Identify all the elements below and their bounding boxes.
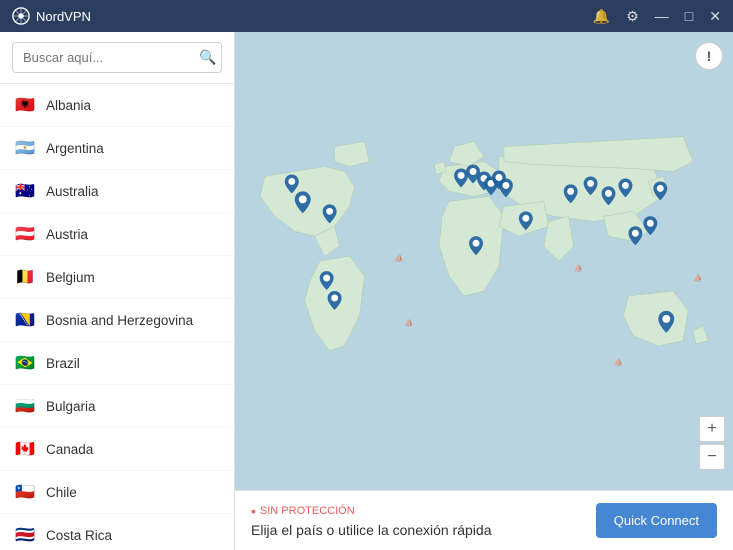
country-name: Bosnia and Herzegovina — [46, 313, 193, 328]
title-bar: NordVPN 🔔 ⚙ — □ ✕ — [0, 0, 733, 32]
search-container: 🔍 — [0, 32, 234, 84]
search-input[interactable] — [23, 50, 199, 65]
svg-text:⛵: ⛵ — [404, 318, 414, 328]
map-area: ⛵ ⛵ ⛵ ⛵ ⛵ — [235, 32, 733, 550]
svg-text:⛵: ⛵ — [394, 253, 404, 263]
country-name: Bulgaria — [46, 399, 96, 414]
country-flag: 🇨🇷 — [14, 524, 36, 546]
info-icon: ! — [707, 48, 712, 64]
country-name: Canada — [46, 442, 93, 457]
search-wrapper: 🔍 — [12, 42, 222, 73]
svg-text:⛵: ⛵ — [693, 273, 703, 283]
window-controls: 🔔 ⚙ — □ ✕ — [593, 8, 721, 25]
info-message: Elija el país o utilice la conexión rápi… — [251, 522, 491, 538]
country-name: Costa Rica — [46, 528, 112, 543]
close-button[interactable]: ✕ — [709, 8, 721, 25]
country-item[interactable]: 🇧🇦 Bosnia and Herzegovina — [0, 299, 234, 342]
settings-icon[interactable]: ⚙ — [626, 8, 639, 25]
info-left: SIN PROTECCIÓN Elija el país o utilice l… — [251, 503, 491, 538]
info-button[interactable]: ! — [695, 42, 723, 70]
connection-status: SIN PROTECCIÓN — [251, 503, 491, 519]
country-name: Chile — [46, 485, 77, 500]
country-item[interactable]: 🇦🇷 Argentina — [0, 127, 234, 170]
country-name: Albania — [46, 98, 91, 113]
country-name: Argentina — [46, 141, 104, 156]
maximize-button[interactable]: □ — [685, 8, 693, 24]
svg-text:⛵: ⛵ — [613, 358, 623, 368]
country-flag: 🇧🇪 — [14, 266, 36, 288]
world-map: ⛵ ⛵ ⛵ ⛵ ⛵ — [235, 32, 733, 550]
country-name: Belgium — [46, 270, 95, 285]
zoom-controls: + − — [699, 416, 725, 470]
sidebar: 🔍 🇦🇱 Albania 🇦🇷 Argentina 🇦🇺 Australia 🇦🇹 Austr… — [0, 32, 235, 550]
country-item[interactable]: 🇧🇷 Brazil — [0, 342, 234, 385]
country-item[interactable]: 🇦🇱 Albania — [0, 84, 234, 127]
country-flag: 🇧🇦 — [14, 309, 36, 331]
country-name: Australia — [46, 184, 99, 199]
country-flag: 🇧🇷 — [14, 352, 36, 374]
country-item[interactable]: 🇨🇷 Costa Rica — [0, 514, 234, 550]
country-name: Brazil — [46, 356, 80, 371]
zoom-out-button[interactable]: − — [699, 444, 725, 470]
app-title: NordVPN — [36, 9, 91, 24]
country-item[interactable]: 🇦🇺 Australia — [0, 170, 234, 213]
main-content: 🔍 🇦🇱 Albania 🇦🇷 Argentina 🇦🇺 Australia 🇦🇹 Austr… — [0, 32, 733, 550]
country-flag: 🇦🇷 — [14, 137, 36, 159]
country-item[interactable]: 🇧🇬 Bulgaria — [0, 385, 234, 428]
info-bar: SIN PROTECCIÓN Elija el país o utilice l… — [235, 490, 733, 550]
minimize-button[interactable]: — — [655, 8, 669, 24]
country-flag: 🇦🇱 — [14, 94, 36, 116]
country-flag: 🇨🇱 — [14, 481, 36, 503]
country-flag: 🇧🇬 — [14, 395, 36, 417]
country-item[interactable]: 🇦🇹 Austria — [0, 213, 234, 256]
country-item[interactable]: 🇨🇦 Canada — [0, 428, 234, 471]
app-logo: NordVPN — [12, 7, 593, 25]
country-flag: 🇨🇦 — [14, 438, 36, 460]
country-flag: 🇦🇺 — [14, 180, 36, 202]
notification-icon[interactable]: 🔔 — [593, 8, 610, 25]
country-list: 🇦🇱 Albania 🇦🇷 Argentina 🇦🇺 Australia 🇦🇹 Austria… — [0, 84, 234, 550]
svg-text:⛵: ⛵ — [574, 263, 584, 273]
country-item[interactable]: 🇧🇪 Belgium — [0, 256, 234, 299]
country-flag: 🇦🇹 — [14, 223, 36, 245]
zoom-in-button[interactable]: + — [699, 416, 725, 442]
search-icon: 🔍 — [199, 49, 216, 66]
country-name: Austria — [46, 227, 88, 242]
quick-connect-button[interactable]: Quick Connect — [596, 503, 717, 538]
country-item[interactable]: 🇨🇱 Chile — [0, 471, 234, 514]
nordvpn-logo-icon — [12, 7, 30, 25]
